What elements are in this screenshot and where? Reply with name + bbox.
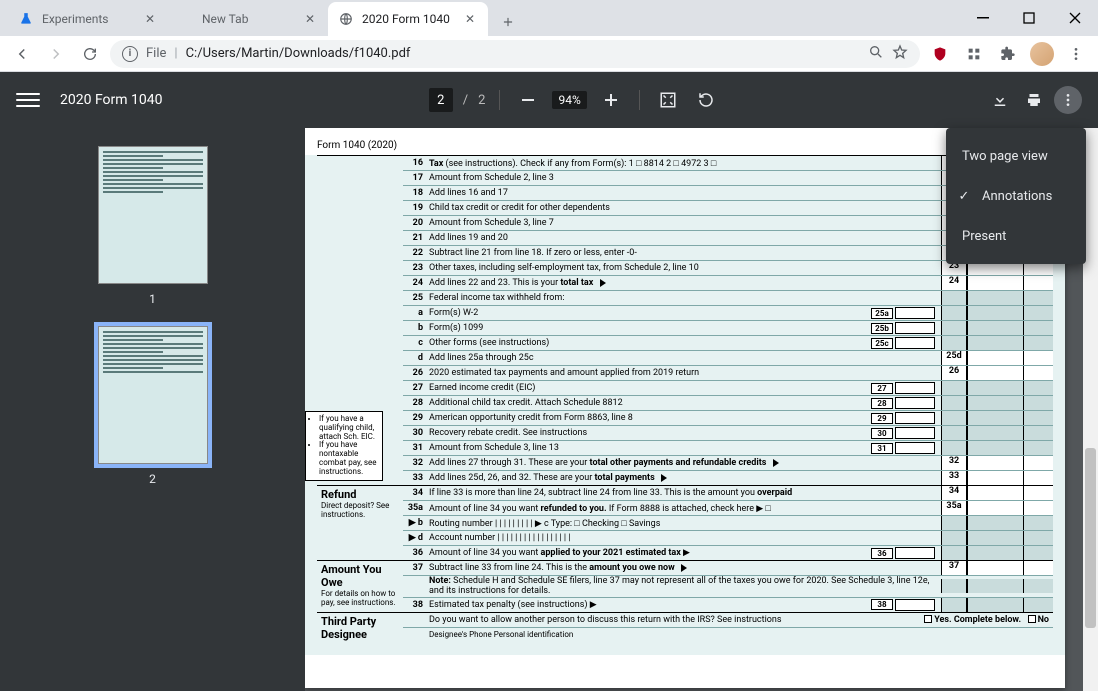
thumbnail-sidebar: 1 2	[0, 128, 305, 691]
ublock-icon[interactable]	[926, 40, 954, 68]
thumbnail-label: 1	[149, 292, 156, 306]
form-section-refund: RefundDirect deposit? See instructions. …	[317, 485, 1053, 560]
scrollbar-thumb[interactable]	[1085, 448, 1096, 628]
bookmark-star-icon[interactable]	[892, 44, 908, 64]
pdf-more-options-button[interactable]	[1054, 86, 1082, 114]
browser-tab-strip: Experiments ✕ New Tab ✕ 2020 Form 1040 ✕	[0, 0, 1098, 36]
tab-form1040[interactable]: 2020 Form 1040 ✕	[328, 2, 488, 36]
window-controls	[960, 0, 1098, 36]
form-section-owe: Amount You OweFor details on how to pay,…	[317, 560, 1053, 612]
print-button[interactable]	[1020, 86, 1048, 114]
close-window-button[interactable]	[1052, 0, 1098, 36]
menu-two-page-view[interactable]: Two page view	[946, 136, 1086, 176]
form-line: dAdd lines 25a through 25c25d	[403, 350, 1053, 365]
total-pages: 2	[478, 93, 485, 108]
form-line: Note: Schedule H and Schedule SE filers,…	[403, 575, 1053, 597]
pdf-toolbar: 2020 Form 1040 / 2 94%	[0, 72, 1098, 128]
form-line: 262020 estimated tax payments and amount…	[403, 365, 1053, 380]
close-icon[interactable]: ✕	[302, 11, 318, 27]
page-number-input[interactable]	[429, 88, 453, 112]
zoom-level[interactable]: 94%	[552, 91, 586, 109]
form-line: aForm(s) W-225a	[403, 305, 1053, 320]
thumbnail-page-2[interactable]	[98, 326, 208, 464]
site-info-icon[interactable]: i	[122, 46, 138, 62]
profile-avatar[interactable]	[1028, 40, 1056, 68]
sidebar-toggle-button[interactable]	[16, 88, 40, 112]
new-tab-button[interactable]	[494, 8, 522, 36]
extensions-puzzle-icon[interactable]	[994, 40, 1022, 68]
flask-icon	[18, 11, 34, 27]
blank-icon	[178, 11, 194, 27]
forward-button[interactable]	[42, 40, 70, 68]
form-line: 24Add lines 22 and 23. This is your tota…	[403, 275, 1053, 290]
check-icon: ✓	[956, 189, 972, 204]
form-line: bForm(s) 109925b	[403, 320, 1053, 335]
form-line: cOther forms (see instructions)25c	[403, 335, 1053, 350]
form-line: 36Amount of line 34 you want applied to …	[403, 545, 1053, 560]
form-line: 31Amount from Schedule 3, line 1331	[403, 440, 1053, 455]
form-line: 33Add lines 25d, 26, and 32. These are y…	[403, 470, 1053, 485]
chrome-menu-button[interactable]	[1062, 40, 1090, 68]
form-section-tax: 16Tax (see instructions). Check if any f…	[317, 155, 1053, 485]
tab-newtab[interactable]: New Tab ✕	[168, 2, 328, 36]
form-line: 30Recovery rebate credit. See instructio…	[403, 425, 1053, 440]
form-line: 27Earned income credit (EIC)27	[403, 380, 1053, 395]
rotate-button[interactable]	[692, 86, 720, 114]
close-icon[interactable]: ✕	[462, 11, 478, 27]
address-bar[interactable]: i File | C:/Users/Martin/Downloads/f1040…	[110, 40, 920, 68]
url-toolbar: i File | C:/Users/Martin/Downloads/f1040…	[0, 36, 1098, 72]
globe-icon	[338, 11, 354, 27]
maximize-button[interactable]	[1006, 0, 1052, 36]
pdf-viewer: 1 2 Form 1040 (2020) If you have a quali…	[0, 128, 1098, 691]
form-line: 38Estimated tax penalty (see instruction…	[403, 597, 1053, 612]
extension-icon[interactable]	[960, 40, 988, 68]
pdf-options-menu: Two page view ✓ Annotations Present	[946, 128, 1086, 264]
tab-label: 2020 Form 1040	[362, 12, 454, 26]
close-icon[interactable]: ✕	[142, 11, 158, 27]
form-callout: If you have a qualifying child, attach S…	[305, 411, 383, 481]
back-button[interactable]	[8, 40, 36, 68]
form-line: ▶ bRouting number | | | | | | | | | ▶ c …	[403, 515, 1053, 530]
form-line: 29American opportunity credit from Form …	[403, 410, 1053, 425]
zoom-in-button[interactable]	[597, 86, 625, 114]
url-scheme: File	[146, 46, 166, 61]
form-line: ▶ dAccount number | | | | | | | | | | | …	[403, 530, 1053, 545]
form-line: 37Subtract line 33 from line 24. This is…	[403, 561, 1053, 575]
form-line: 28Additional child tax credit. Attach Sc…	[403, 395, 1053, 410]
menu-present[interactable]: Present	[946, 216, 1086, 256]
search-icon[interactable]	[868, 44, 884, 64]
url-text: C:/Users/Martin/Downloads/f1040.pdf	[186, 46, 860, 61]
tab-label: Experiments	[42, 12, 134, 26]
tabs-container: Experiments ✕ New Tab ✕ 2020 Form 1040 ✕	[0, 0, 960, 36]
pdf-title: 2020 Form 1040	[60, 92, 163, 108]
form-line: 34If line 33 is more than line 24, subtr…	[403, 486, 1053, 500]
tab-label: New Tab	[202, 12, 294, 26]
reload-button[interactable]	[76, 40, 104, 68]
menu-annotations[interactable]: ✓ Annotations	[946, 176, 1086, 216]
form-line: 32Add lines 27 through 31. These are you…	[403, 455, 1053, 470]
tab-experiments[interactable]: Experiments ✕	[8, 2, 168, 36]
thumbnail-label: 2	[149, 472, 156, 486]
zoom-out-button[interactable]	[514, 86, 542, 114]
page-separator: /	[463, 93, 468, 108]
thumbnail-page-1[interactable]	[98, 146, 208, 284]
minimize-button[interactable]	[960, 0, 1006, 36]
fit-page-button[interactable]	[654, 86, 682, 114]
form-line: 25Federal income tax withheld from:	[403, 290, 1053, 305]
form-section-third-party: Third Party Designee Do you want to allo…	[317, 612, 1053, 643]
form-line: 35aAmount of line 34 you want refunded t…	[403, 500, 1053, 515]
download-button[interactable]	[986, 86, 1014, 114]
